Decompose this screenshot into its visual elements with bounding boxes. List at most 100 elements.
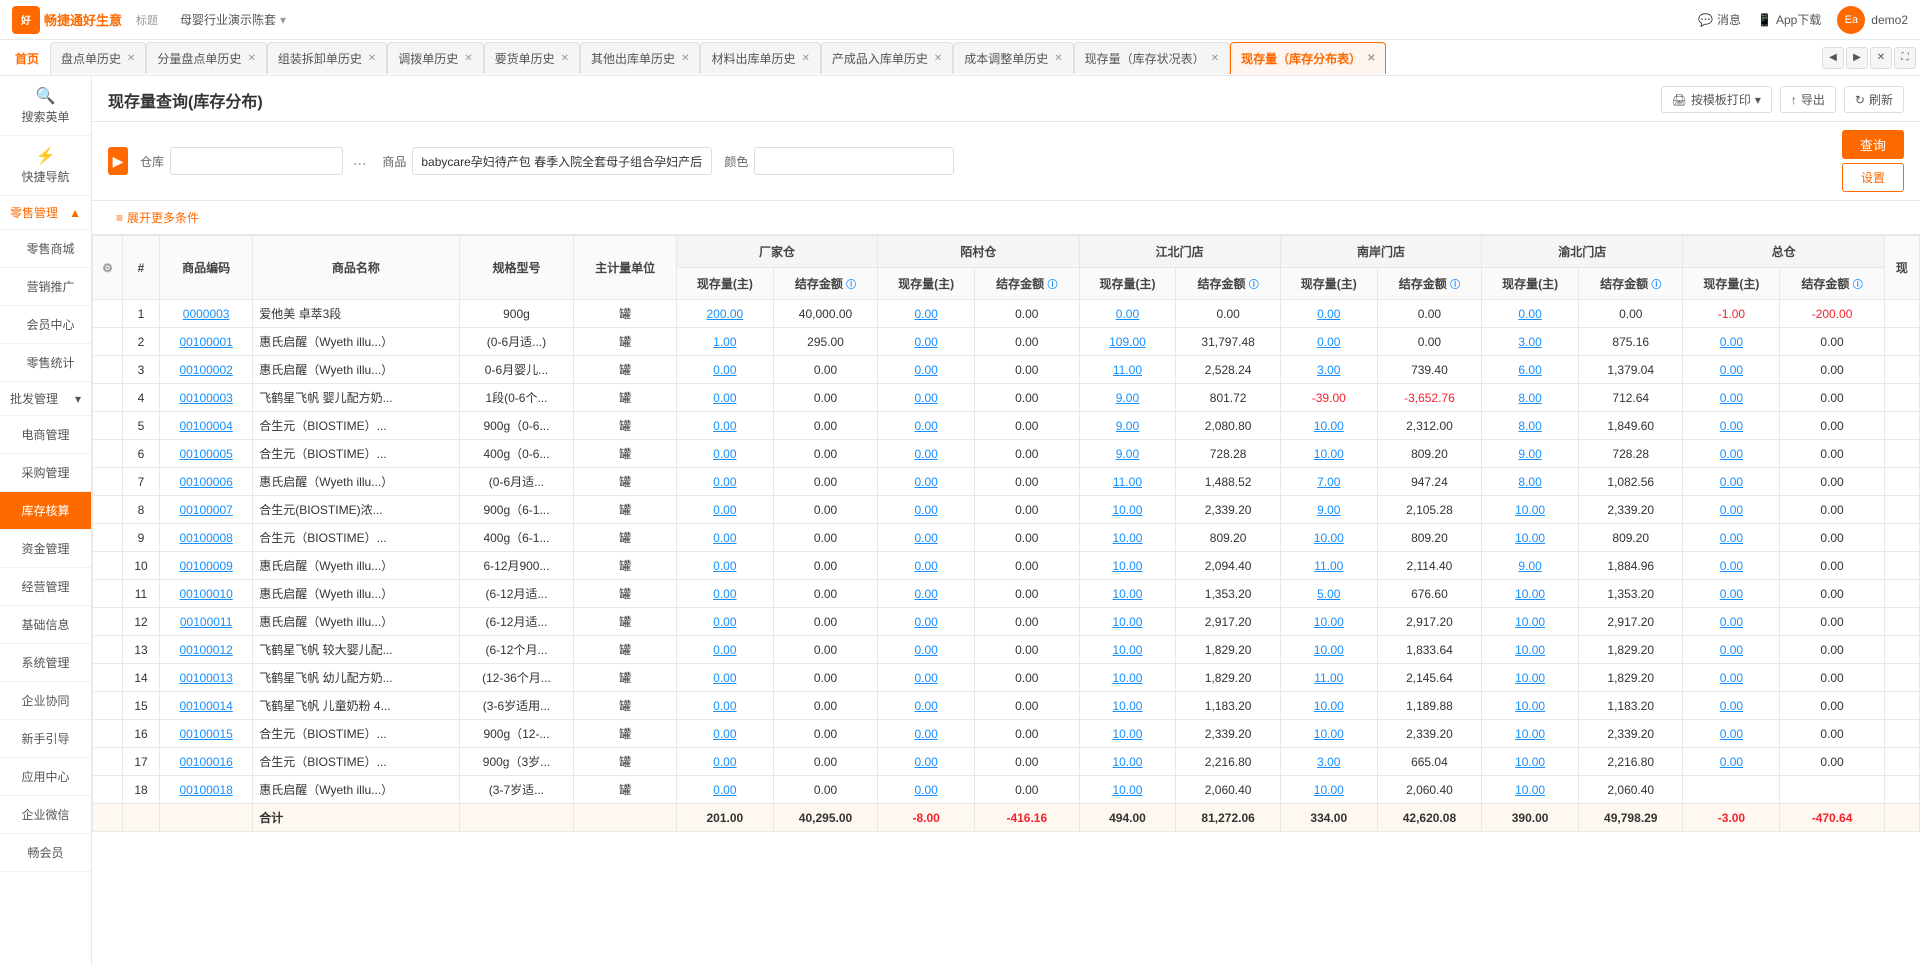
- table-cell[interactable]: 10.00: [1482, 748, 1579, 776]
- sidebar-item-basic-info[interactable]: 基础信息: [0, 606, 91, 644]
- table-cell[interactable]: 11.00: [1280, 664, 1377, 692]
- table-cell[interactable]: 0.00: [676, 496, 773, 524]
- table-cell[interactable]: 7.00: [1280, 468, 1377, 496]
- table-cell[interactable]: 10.00: [1482, 496, 1579, 524]
- close-icon[interactable]: ✕: [464, 53, 472, 64]
- table-cell[interactable]: 10.00: [1482, 720, 1579, 748]
- tab-expand-btn[interactable]: ⛶: [1894, 47, 1916, 69]
- table-cell[interactable]: 11.00: [1079, 468, 1176, 496]
- th-settings[interactable]: ⚙: [93, 236, 123, 300]
- table-cell[interactable]: 00100015: [160, 720, 253, 748]
- table-cell[interactable]: 8.00: [1482, 468, 1579, 496]
- table-cell[interactable]: 0.00: [878, 300, 975, 328]
- tab-fpdd[interactable]: 分量盘点单历史 ✕: [146, 42, 266, 74]
- table-cell[interactable]: 1.00: [676, 328, 773, 356]
- sidebar-item-system[interactable]: 系统管理: [0, 644, 91, 682]
- table-cell[interactable]: 0.00: [676, 720, 773, 748]
- table-cell[interactable]: 10.00: [1482, 692, 1579, 720]
- table-cell[interactable]: 0.00: [878, 412, 975, 440]
- close-icon[interactable]: ✕: [247, 53, 255, 64]
- sidebar-item-inventory[interactable]: 库存核算: [0, 492, 91, 530]
- close-icon[interactable]: ✕: [801, 53, 809, 64]
- table-cell[interactable]: 00100008: [160, 524, 253, 552]
- table-cell[interactable]: 00100001: [160, 328, 253, 356]
- table-cell[interactable]: 10.00: [1280, 636, 1377, 664]
- table-cell[interactable]: 0.00: [878, 328, 975, 356]
- table-cell[interactable]: 200.00: [676, 300, 773, 328]
- table-cell[interactable]: 0.00: [676, 692, 773, 720]
- table-cell[interactable]: 10.00: [1280, 608, 1377, 636]
- table-cell[interactable]: 0.00: [676, 524, 773, 552]
- table-cell[interactable]: 0.00: [676, 776, 773, 804]
- warehouse-input[interactable]: [170, 147, 343, 175]
- table-cell[interactable]: 0.00: [1683, 384, 1780, 412]
- table-cell[interactable]: 10.00: [1079, 552, 1176, 580]
- table-cell[interactable]: 10.00: [1280, 440, 1377, 468]
- sidebar-item-wholesale[interactable]: 批发管理 ▾: [0, 382, 91, 416]
- table-cell[interactable]: 10.00: [1482, 580, 1579, 608]
- table-cell[interactable]: 0.00: [676, 552, 773, 580]
- table-cell[interactable]: 0.00: [878, 692, 975, 720]
- tab-zzcc[interactable]: 组装拆卸单历史 ✕: [267, 42, 387, 74]
- color-input[interactable]: [754, 147, 954, 175]
- table-cell[interactable]: 9.00: [1280, 496, 1377, 524]
- table-cell[interactable]: 0.00: [1683, 636, 1780, 664]
- query-btn[interactable]: 查询: [1842, 130, 1904, 159]
- table-cell[interactable]: 0.00: [1079, 300, 1176, 328]
- table-cell[interactable]: 10.00: [1482, 524, 1579, 552]
- tab-close-btn[interactable]: ✕: [1870, 47, 1892, 69]
- refresh-btn[interactable]: ↻ 刷新: [1844, 86, 1904, 113]
- sidebar-item-wechat-work[interactable]: 企业微信: [0, 796, 91, 834]
- toggle-btn[interactable]: ▶: [108, 147, 128, 175]
- table-cell[interactable]: 0.00: [676, 356, 773, 384]
- table-cell[interactable]: 10.00: [1079, 524, 1176, 552]
- table-cell[interactable]: 11.00: [1079, 356, 1176, 384]
- tab-cbtz[interactable]: 成本调整单历史 ✕: [953, 42, 1073, 74]
- tab-qtck[interactable]: 其他出库单历史 ✕: [580, 42, 700, 74]
- table-cell[interactable]: 00100011: [160, 608, 253, 636]
- table-cell[interactable]: 0.00: [1683, 496, 1780, 524]
- tab-next-btn[interactable]: ▶: [1846, 47, 1868, 69]
- close-icon[interactable]: ✕: [934, 53, 942, 64]
- table-cell[interactable]: 9.00: [1079, 440, 1176, 468]
- sidebar-item-collab[interactable]: 企业协同: [0, 682, 91, 720]
- table-cell[interactable]: 10.00: [1079, 720, 1176, 748]
- table-cell[interactable]: 0.00: [1683, 328, 1780, 356]
- table-cell[interactable]: 0.00: [1683, 356, 1780, 384]
- table-cell[interactable]: 10.00: [1280, 524, 1377, 552]
- table-cell[interactable]: 10.00: [1079, 496, 1176, 524]
- table-cell[interactable]: 0.00: [1280, 328, 1377, 356]
- table-cell[interactable]: 3.00: [1482, 328, 1579, 356]
- table-cell[interactable]: 00100007: [160, 496, 253, 524]
- tab-xclkzfb[interactable]: 现存量（库存分布表） ✕: [1230, 42, 1386, 74]
- table-cell[interactable]: 9.00: [1482, 440, 1579, 468]
- sidebar-item-app-center[interactable]: 应用中心: [0, 758, 91, 796]
- close-icon[interactable]: ✕: [681, 53, 689, 64]
- message-btn[interactable]: 💬 消息: [1698, 11, 1741, 28]
- table-cell[interactable]: 00100013: [160, 664, 253, 692]
- sidebar-item-marketing[interactable]: 营销推广: [0, 268, 91, 306]
- tab-xclkzk[interactable]: 现存量（库存状况表） ✕: [1074, 42, 1230, 74]
- warehouse-dots[interactable]: ...: [349, 152, 370, 170]
- tab-pdd[interactable]: 盘点单历史 ✕: [50, 42, 146, 74]
- sidebar-item-retail-mgmt[interactable]: 零售管理 ▲: [0, 196, 91, 230]
- table-cell[interactable]: 00100005: [160, 440, 253, 468]
- table-cell[interactable]: 0.00: [878, 580, 975, 608]
- table-cell[interactable]: 00100014: [160, 692, 253, 720]
- table-cell[interactable]: 9.00: [1079, 412, 1176, 440]
- export-btn[interactable]: ↑ 导出: [1780, 86, 1836, 113]
- table-cell[interactable]: 0.00: [878, 776, 975, 804]
- table-cell[interactable]: 0.00: [676, 580, 773, 608]
- table-cell[interactable]: 109.00: [1079, 328, 1176, 356]
- table-cell[interactable]: 9.00: [1079, 384, 1176, 412]
- table-cell[interactable]: 0.00: [1683, 608, 1780, 636]
- table-cell[interactable]: 0.00: [1683, 664, 1780, 692]
- table-cell[interactable]: 10.00: [1079, 692, 1176, 720]
- tab-yhd[interactable]: 要货单历史 ✕: [484, 42, 580, 74]
- print-btn[interactable]: 🖨 按模板打印 ▾: [1661, 86, 1772, 113]
- table-cell[interactable]: 0.00: [1683, 580, 1780, 608]
- table-cell[interactable]: 0.00: [878, 468, 975, 496]
- table-cell[interactable]: 0.00: [676, 412, 773, 440]
- close-icon[interactable]: ✕: [1211, 53, 1219, 64]
- sidebar-item-operation[interactable]: 经营管理: [0, 568, 91, 606]
